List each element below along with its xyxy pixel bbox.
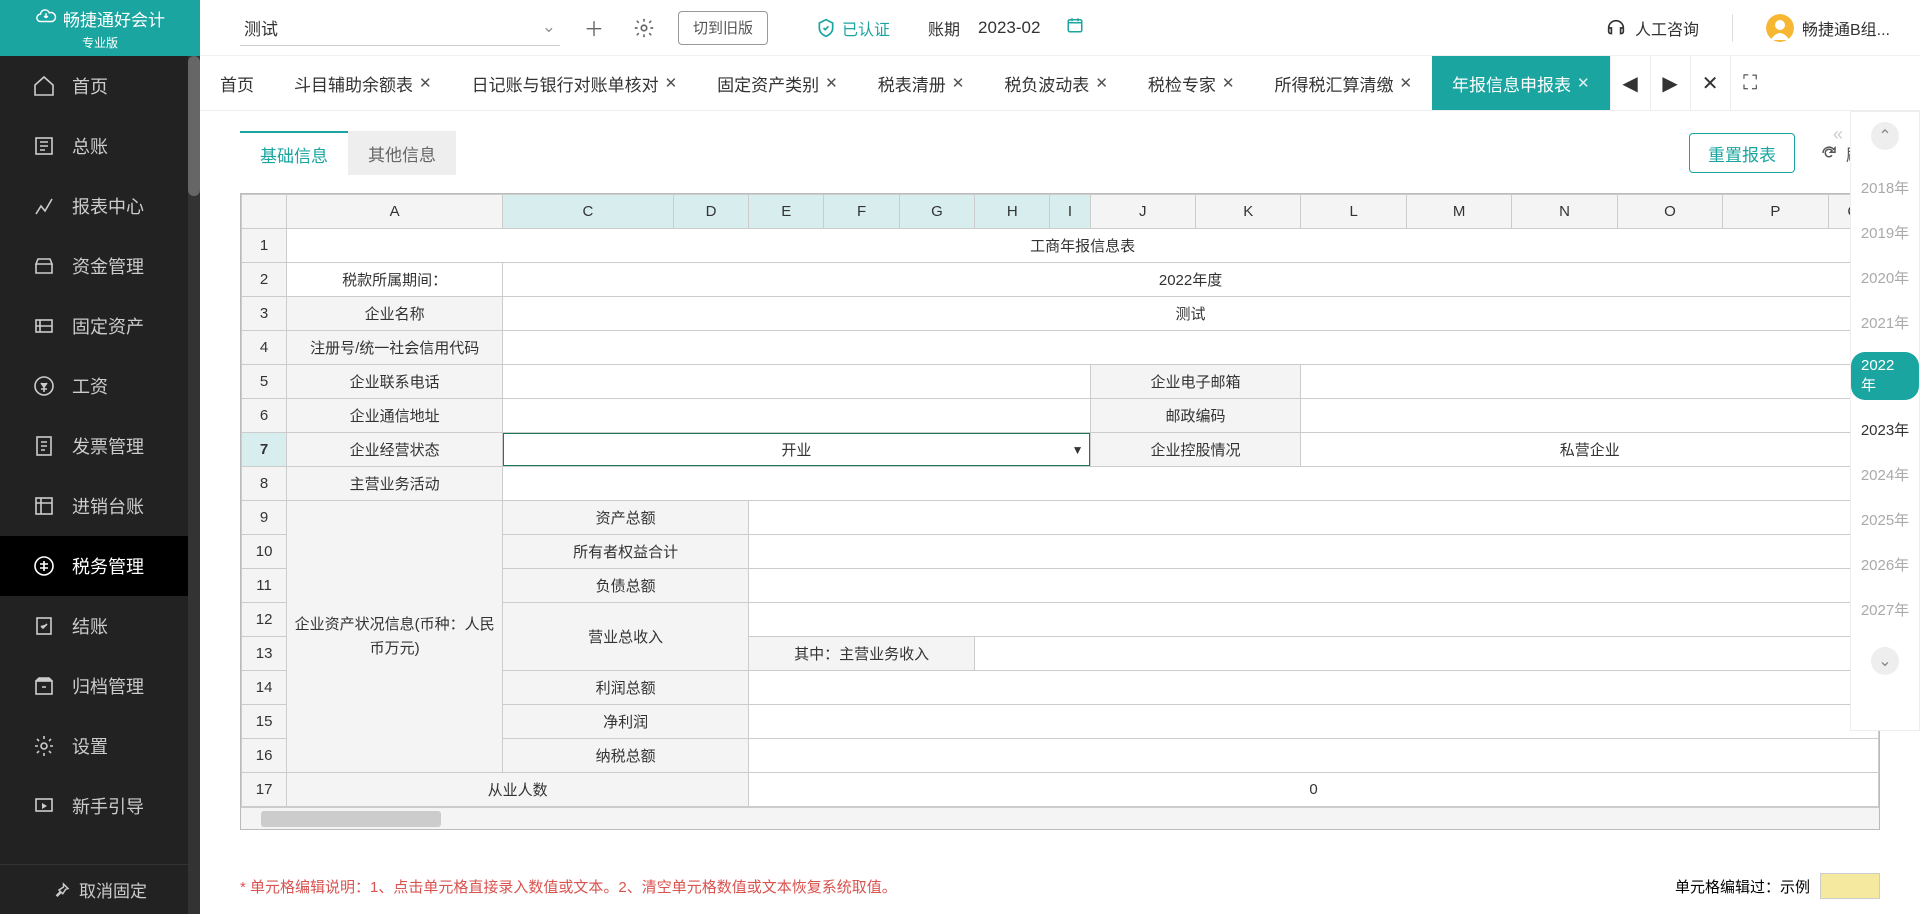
dropdown-icon[interactable]: ▼ (1072, 443, 1084, 457)
consult-label: 人工咨询 (1635, 16, 1699, 40)
switch-old-version-button[interactable]: 切到旧版 (678, 11, 768, 45)
sidebar-item-invoice[interactable]: 发票管理 (0, 416, 200, 476)
close-icon[interactable]: ✕ (1095, 74, 1108, 92)
sidebar-item-ledger[interactable]: 总账 (0, 116, 200, 176)
reset-report-button[interactable]: 重置报表 (1689, 133, 1795, 173)
close-icon[interactable]: ✕ (1222, 74, 1235, 92)
close-icon[interactable]: ✕ (1399, 74, 1412, 92)
chevron-down-icon: ⌄ (542, 17, 556, 37)
content-header: 基础信息 其他信息 重置报表 刷新 (240, 131, 1880, 175)
year-down-button[interactable]: ⌄ (1871, 647, 1899, 675)
business-status-cell[interactable]: 开业▼ (503, 433, 1090, 467)
company-select[interactable]: 测试 ⌄ (240, 10, 560, 46)
add-button[interactable]: ＋ (578, 12, 610, 44)
year-option[interactable]: 2024年 (1861, 452, 1909, 497)
user-menu[interactable]: 畅捷通B组... (1766, 14, 1890, 42)
tabs-close-all[interactable]: ✕ (1690, 56, 1730, 110)
year-option[interactable]: 2026年 (1861, 542, 1909, 587)
calendar-icon[interactable] (1066, 16, 1084, 39)
year-rail: « ⌃ 2018年 2019年 2020年 2021年 2022年 2023年 … (1850, 111, 1920, 731)
tab-tax-list[interactable]: 税表清册✕ (858, 56, 985, 110)
sheet-title[interactable]: 工商年报信息表 (287, 229, 1879, 263)
period-value[interactable]: 2023-02 (978, 18, 1040, 38)
top-header: 畅捷通好会计 专业版 测试 ⌄ ＋ 切到旧版 已认证 账期 2023-02 人工… (0, 0, 1920, 56)
sidebar-scrollbar[interactable] (188, 56, 200, 914)
tab-fixed-asset-type[interactable]: 固定资产类别✕ (697, 56, 858, 110)
year-up-button[interactable]: ⌃ (1871, 122, 1899, 150)
year-option[interactable]: 2018年 (1861, 165, 1909, 210)
tab-aux-balance[interactable]: 斗目辅助余额表✕ (274, 56, 452, 110)
close-icon[interactable]: ✕ (952, 74, 965, 92)
sidebar-item-guide[interactable]: 新手引导 (0, 776, 200, 836)
user-name: 畅捷通B组... (1802, 16, 1890, 40)
sidebar-item-close[interactable]: 结账 (0, 596, 200, 656)
sidebar-item-archive[interactable]: 归档管理 (0, 656, 200, 716)
tabs-row: 首页 斗目辅助余额表✕ 日记账与银行对账单核对✕ 固定资产类别✕ 税表清册✕ 税… (200, 56, 1920, 111)
company-name: 测试 (244, 15, 278, 40)
year-option[interactable]: 2020年 (1861, 255, 1909, 300)
sidebar-item-salary[interactable]: 工资 (0, 356, 200, 416)
verified-text: 已认证 (842, 16, 890, 40)
sidebar: 首页 总账 报表中心 资金管理 固定资产 工资 发票管理 进销台账 税务管理 结… (0, 56, 200, 914)
tab-income-tax[interactable]: 所得税汇算清缴✕ (1254, 56, 1432, 110)
close-icon[interactable]: ✕ (825, 74, 838, 92)
sidebar-item-settings[interactable]: 设置 (0, 716, 200, 776)
tab-annual-report[interactable]: 年报信息申报表✕ (1432, 56, 1610, 110)
brand-logo[interactable]: 畅捷通好会计 专业版 (0, 0, 200, 56)
divider (1732, 14, 1733, 42)
verified-badge: 已认证 (816, 16, 890, 40)
tabs-next[interactable]: ▶ (1650, 56, 1690, 110)
tab-bank-reconcile[interactable]: 日记账与银行对账单核对✕ (452, 56, 698, 110)
mini-tab-basic[interactable]: 基础信息 (240, 131, 348, 175)
mini-tab-other[interactable]: 其他信息 (348, 131, 456, 175)
collapse-rail-icon[interactable]: « (1833, 124, 1843, 145)
year-option[interactable]: 2025年 (1861, 497, 1909, 542)
tab-tax-expert[interactable]: 税检专家✕ (1128, 56, 1255, 110)
tab-tax-fluctuation[interactable]: 税负波动表✕ (984, 56, 1128, 110)
horizontal-scrollbar[interactable] (241, 807, 1879, 829)
sidebar-item-reports[interactable]: 报表中心 (0, 176, 200, 236)
year-option[interactable]: 2019年 (1861, 210, 1909, 255)
footer-note: * 单元格编辑说明：1、点击单元格直接录入数值或文本。2、清空单元格数值或文本恢… (240, 873, 1880, 899)
gear-icon[interactable] (628, 12, 660, 44)
sidebar-item-tax[interactable]: 税务管理 (0, 536, 200, 596)
sidebar-item-funds[interactable]: 资金管理 (0, 236, 200, 296)
spreadsheet[interactable]: A B C D E F G H I J K L M N O P Q 1工商年报信… (240, 193, 1880, 830)
cloud-icon (35, 5, 57, 32)
unpin-button[interactable]: 取消固定 (0, 864, 200, 914)
year-option[interactable]: 2023年 (1861, 407, 1909, 452)
period-label: 账期 (928, 16, 960, 40)
header-main: 测试 ⌄ ＋ 切到旧版 已认证 账期 2023-02 人工咨询 畅捷通B组... (200, 10, 1920, 46)
edited-example-swatch (1820, 873, 1880, 899)
avatar (1766, 14, 1794, 42)
column-header-row[interactable]: A B C D E F G H I J K L M N O P Q (242, 195, 1879, 229)
brand-edition: 专业版 (82, 34, 118, 51)
brand-name: 畅捷通好会计 (63, 6, 165, 31)
close-icon[interactable]: ✕ (1577, 74, 1590, 92)
consult-button[interactable]: 人工咨询 (1605, 16, 1699, 40)
sidebar-item-inventory[interactable]: 进销台账 (0, 476, 200, 536)
sidebar-item-fixed-assets[interactable]: 固定资产 (0, 296, 200, 356)
select-all-corner[interactable] (242, 195, 287, 229)
year-option-active[interactable]: 2022年 (1851, 352, 1919, 400)
close-icon[interactable]: ✕ (419, 74, 432, 92)
tab-home[interactable]: 首页 (200, 56, 274, 110)
content: 基础信息 其他信息 重置报表 刷新 A B C D E F G (200, 111, 1920, 914)
year-option[interactable]: 2021年 (1861, 300, 1909, 345)
sidebar-item-home[interactable]: 首页 (0, 56, 200, 116)
year-option[interactable]: 2027年 (1861, 587, 1909, 632)
tabs-prev[interactable]: ◀ (1610, 56, 1650, 110)
close-icon[interactable]: ✕ (665, 74, 678, 92)
fullscreen-icon[interactable]: ⛶ (1730, 56, 1770, 110)
